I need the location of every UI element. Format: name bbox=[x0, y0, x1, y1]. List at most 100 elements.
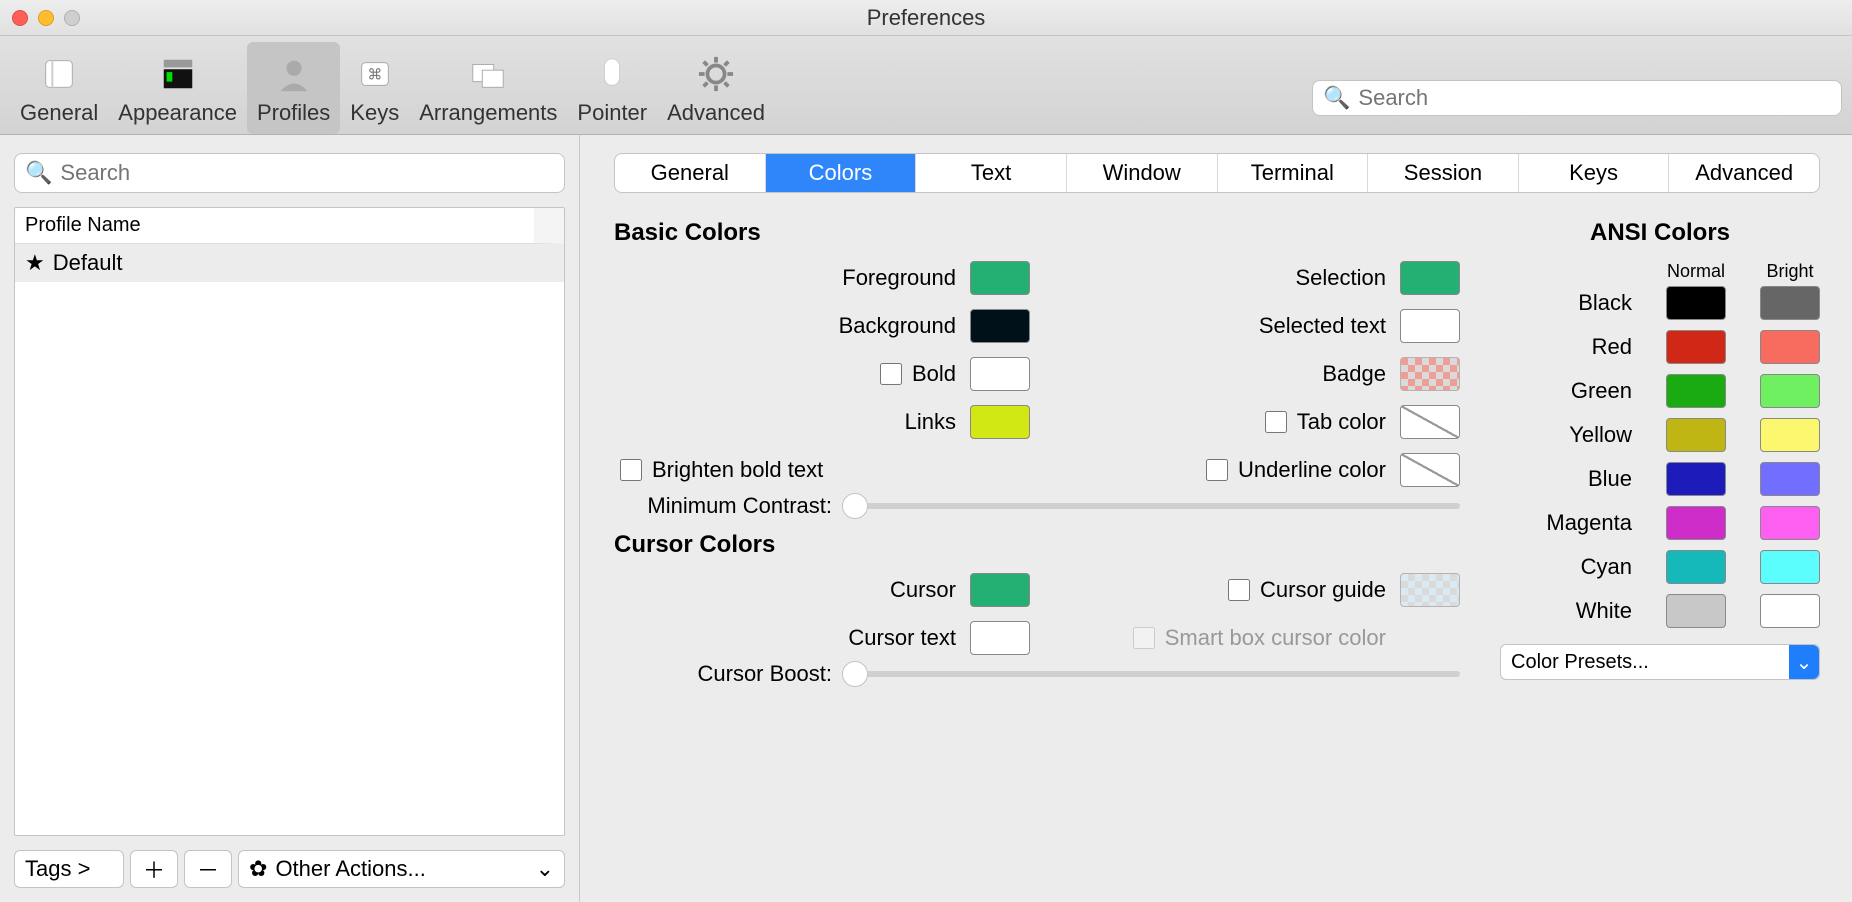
tab-color-checkbox[interactable] bbox=[1265, 411, 1287, 433]
ansi-black-label: Black bbox=[1500, 290, 1632, 316]
pointer-icon bbox=[593, 48, 631, 100]
tab-terminal[interactable]: Terminal bbox=[1218, 154, 1369, 192]
tab-keys[interactable]: Keys bbox=[1519, 154, 1670, 192]
toolbar-tab-general[interactable]: General bbox=[10, 42, 108, 134]
toolbar-tab-keys[interactable]: ⌘ Keys bbox=[340, 42, 409, 134]
tab-advanced[interactable]: Advanced bbox=[1669, 154, 1819, 192]
star-icon: ★ bbox=[25, 250, 45, 276]
ansi-cyan-bright-swatch[interactable] bbox=[1760, 550, 1820, 584]
chevron-down-icon: ⌄ bbox=[1789, 645, 1819, 679]
color-presets-dropdown[interactable]: Color Presets... ⌄ bbox=[1500, 644, 1820, 680]
links-label: Links bbox=[614, 409, 956, 435]
foreground-swatch[interactable] bbox=[970, 261, 1030, 295]
search-icon: 🔍 bbox=[25, 160, 52, 186]
ansi-blue-bright-swatch[interactable] bbox=[1760, 462, 1820, 496]
ansi-green-label: Green bbox=[1500, 378, 1632, 404]
tab-window[interactable]: Window bbox=[1067, 154, 1218, 192]
cursor-colors-heading: Cursor Colors bbox=[614, 531, 1460, 559]
basic-colors-heading: Basic Colors bbox=[614, 219, 1460, 247]
tags-button[interactable]: Tags > bbox=[14, 850, 124, 888]
ansi-heading: ANSI Colors bbox=[1500, 219, 1820, 247]
toolbar-search[interactable]: 🔍 bbox=[1312, 80, 1842, 116]
tab-text[interactable]: Text bbox=[916, 154, 1067, 192]
ansi-black-bright-swatch[interactable] bbox=[1760, 286, 1820, 320]
profile-row-default[interactable]: ★ Default bbox=[15, 244, 564, 282]
toolbar-tab-pointer[interactable]: Pointer bbox=[567, 42, 657, 134]
cursor-text-label: Cursor text bbox=[614, 625, 956, 651]
min-contrast-slider[interactable] bbox=[846, 503, 1460, 509]
foreground-label: Foreground bbox=[614, 265, 956, 291]
ansi-red-label: Red bbox=[1500, 334, 1632, 360]
cursor-swatch[interactable] bbox=[970, 573, 1030, 607]
brighten-bold-checkbox[interactable] bbox=[620, 459, 642, 481]
window-title: Preferences bbox=[0, 5, 1852, 31]
ansi-cyan-normal-swatch[interactable] bbox=[1666, 550, 1726, 584]
ansi-green-bright-swatch[interactable] bbox=[1760, 374, 1820, 408]
ansi-yellow-bright-swatch[interactable] bbox=[1760, 418, 1820, 452]
profile-list: Profile Name ★ Default bbox=[14, 207, 565, 836]
background-swatch[interactable] bbox=[970, 309, 1030, 343]
search-icon: 🔍 bbox=[1323, 85, 1350, 111]
sidebar-search[interactable]: 🔍 bbox=[14, 153, 565, 193]
gear-icon: ✿ bbox=[249, 856, 267, 882]
ansi-magenta-label: Magenta bbox=[1500, 510, 1632, 536]
selection-label: Selection bbox=[1044, 265, 1386, 291]
profiles-icon bbox=[275, 48, 313, 100]
cursor-boost-label: Cursor Boost: bbox=[614, 661, 832, 687]
cursor-text-swatch[interactable] bbox=[970, 621, 1030, 655]
tab-general[interactable]: General bbox=[615, 154, 766, 192]
remove-profile-button[interactable]: － bbox=[184, 850, 232, 888]
profile-name: Default bbox=[53, 250, 123, 276]
ansi-yellow-normal-swatch[interactable] bbox=[1666, 418, 1726, 452]
toolbar-tab-advanced[interactable]: Advanced bbox=[657, 42, 775, 134]
ansi-green-normal-swatch[interactable] bbox=[1666, 374, 1726, 408]
bold-label: Bold bbox=[912, 361, 956, 387]
bold-swatch[interactable] bbox=[970, 357, 1030, 391]
main-toolbar: General Appearance Profiles ⌘ Keys Arran… bbox=[0, 36, 1852, 135]
svg-text:⌘: ⌘ bbox=[367, 67, 382, 84]
tab-session[interactable]: Session bbox=[1368, 154, 1519, 192]
ansi-red-bright-swatch[interactable] bbox=[1760, 330, 1820, 364]
ansi-yellow-label: Yellow bbox=[1500, 422, 1632, 448]
appearance-icon bbox=[159, 48, 197, 100]
bold-checkbox[interactable] bbox=[880, 363, 902, 385]
add-profile-button[interactable]: ＋ bbox=[130, 850, 178, 888]
smart-box-checkbox bbox=[1133, 627, 1155, 649]
toolbar-tab-profiles[interactable]: Profiles bbox=[247, 42, 340, 134]
selected-text-label: Selected text bbox=[1044, 313, 1386, 339]
ansi-white-bright-swatch[interactable] bbox=[1760, 594, 1820, 628]
cursor-guide-swatch[interactable] bbox=[1400, 573, 1460, 607]
toolbar-search-input[interactable] bbox=[1358, 85, 1831, 111]
ansi-black-normal-swatch[interactable] bbox=[1666, 286, 1726, 320]
other-actions-dropdown[interactable]: ✿ Other Actions... ⌄ bbox=[238, 850, 565, 888]
ansi-normal-header: Normal bbox=[1666, 261, 1726, 282]
tab-color-swatch[interactable] bbox=[1400, 405, 1460, 439]
tab-colors[interactable]: Colors bbox=[766, 154, 917, 192]
brighten-bold-label: Brighten bold text bbox=[652, 457, 823, 483]
cursor-label: Cursor bbox=[614, 577, 956, 603]
ansi-blue-normal-swatch[interactable] bbox=[1666, 462, 1726, 496]
ansi-magenta-bright-swatch[interactable] bbox=[1760, 506, 1820, 540]
selected-text-swatch[interactable] bbox=[1400, 309, 1460, 343]
profile-search-input[interactable] bbox=[60, 160, 554, 186]
badge-swatch[interactable] bbox=[1400, 357, 1460, 391]
selection-swatch[interactable] bbox=[1400, 261, 1460, 295]
underline-swatch[interactable] bbox=[1400, 453, 1460, 487]
toolbar-tab-appearance[interactable]: Appearance bbox=[108, 42, 247, 134]
ansi-magenta-normal-swatch[interactable] bbox=[1666, 506, 1726, 540]
ansi-white-label: White bbox=[1500, 598, 1632, 624]
toolbar-tab-arrangements[interactable]: Arrangements bbox=[409, 42, 567, 134]
ansi-red-normal-swatch[interactable] bbox=[1666, 330, 1726, 364]
background-label: Background bbox=[614, 313, 956, 339]
cursor-guide-label: Cursor guide bbox=[1260, 577, 1386, 603]
chevron-down-icon: ⌄ bbox=[536, 856, 554, 882]
cursor-boost-slider[interactable] bbox=[846, 671, 1460, 677]
underline-color-checkbox[interactable] bbox=[1206, 459, 1228, 481]
cursor-guide-checkbox[interactable] bbox=[1228, 579, 1250, 601]
min-contrast-label: Minimum Contrast: bbox=[614, 493, 832, 519]
ansi-bright-header: Bright bbox=[1760, 261, 1820, 282]
ansi-blue-label: Blue bbox=[1500, 466, 1632, 492]
profile-column-header[interactable]: Profile Name bbox=[15, 208, 564, 244]
ansi-white-normal-swatch[interactable] bbox=[1666, 594, 1726, 628]
links-swatch[interactable] bbox=[970, 405, 1030, 439]
